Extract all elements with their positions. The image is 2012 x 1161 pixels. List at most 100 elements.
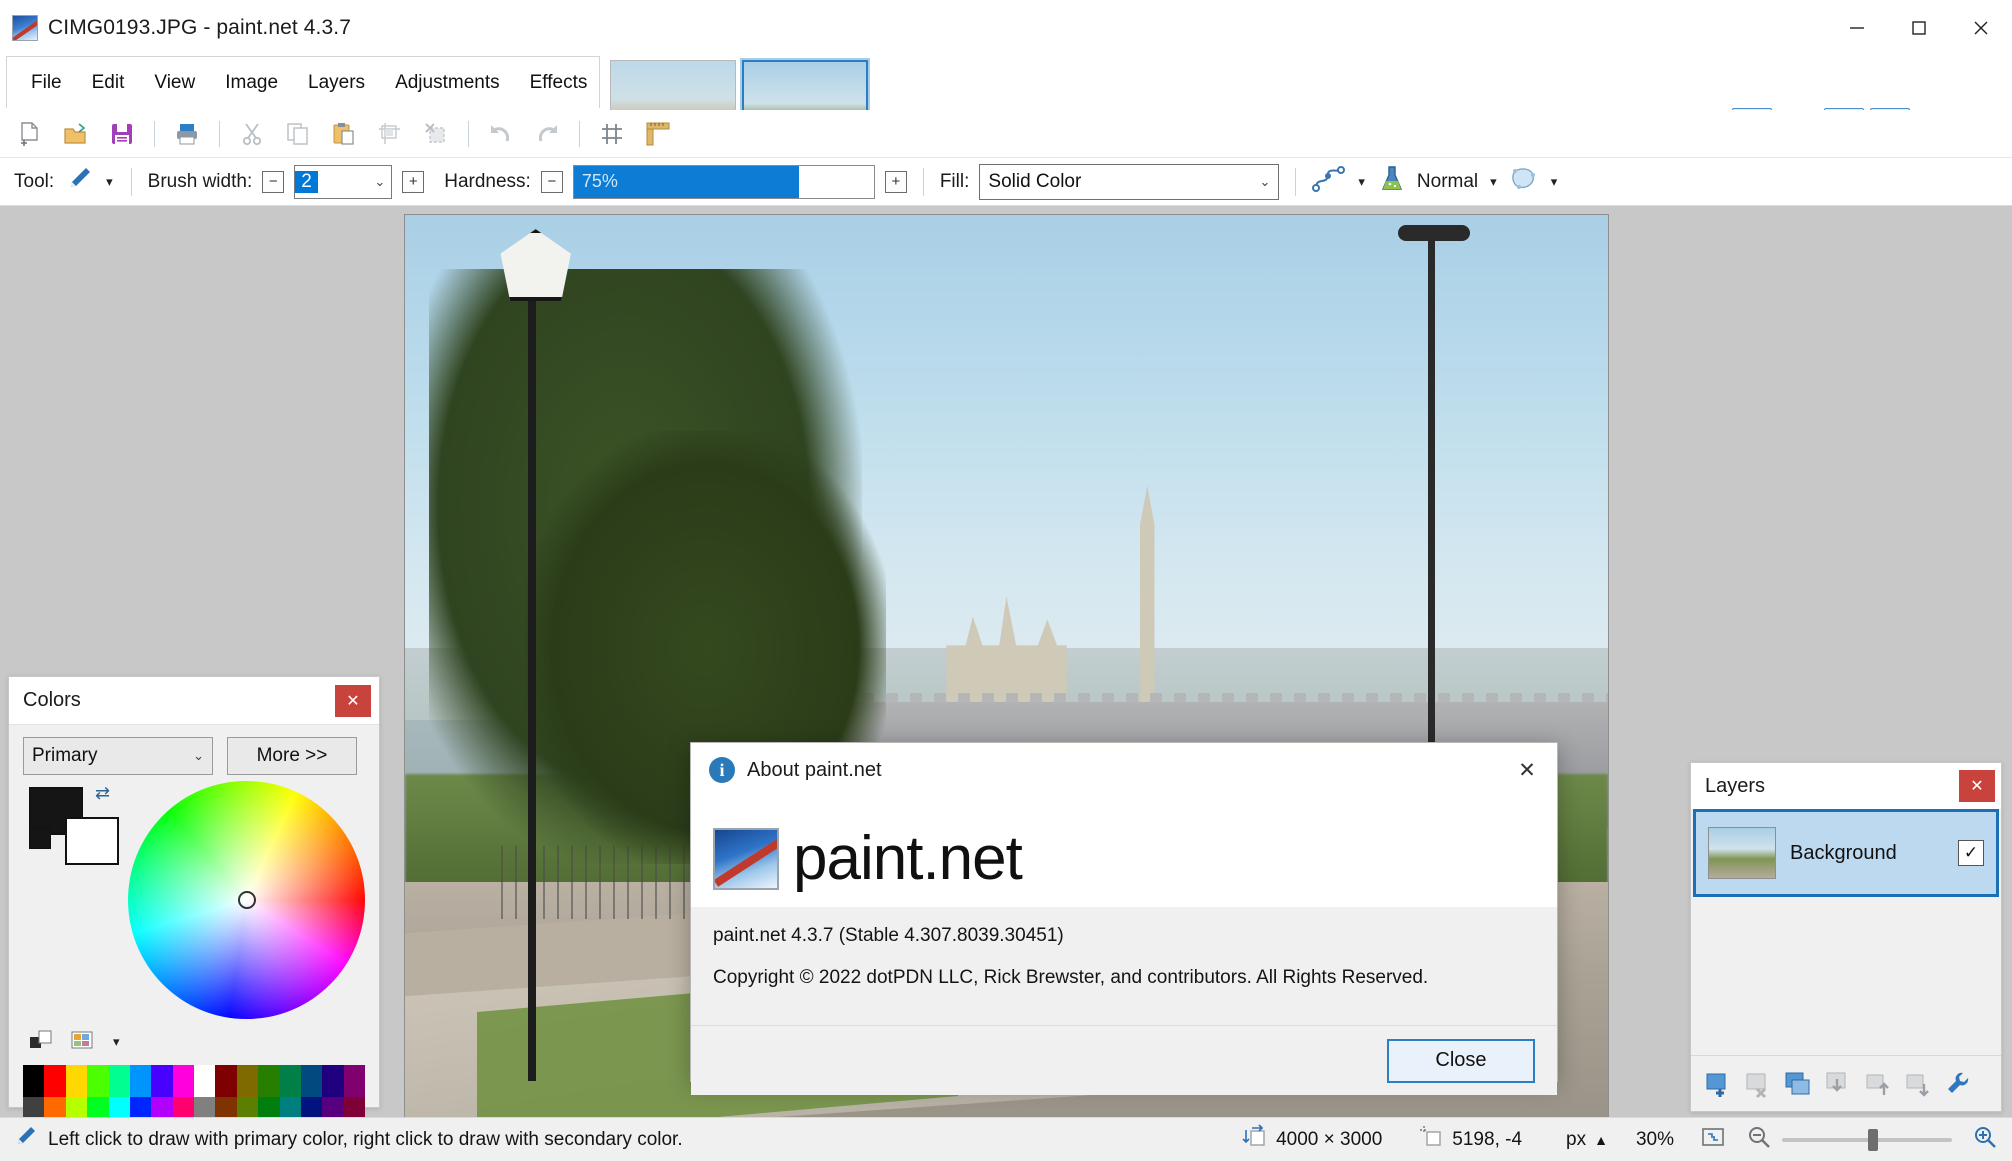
cursor-position-value: 5198, -4 <box>1452 1128 1523 1150</box>
toolbar-separator <box>579 120 580 147</box>
blend-mode-flask-icon[interactable] <box>1377 165 1407 198</box>
close-button[interactable] <box>1950 0 2012 56</box>
palette-swatch[interactable] <box>258 1065 280 1097</box>
about-dialog-close-icon[interactable]: ✕ <box>1509 753 1545 787</box>
palette-swatch[interactable] <box>151 1065 173 1097</box>
color-wheel-cursor[interactable] <box>237 891 256 909</box>
palette-swatch[interactable] <box>300 1065 323 1097</box>
duplicate-layer-icon[interactable] <box>1781 1067 1815 1101</box>
colors-panel-body: Primary ⌄ More >> ⇄ ▾ <box>9 725 379 1141</box>
colors-panel-close-button[interactable]: ✕ <box>335 684 371 717</box>
curve-dropdown-arrow[interactable]: ▾ <box>1356 174 1367 190</box>
grid-icon[interactable] <box>590 113 634 155</box>
hardness-slider[interactable]: 75% <box>572 164 875 199</box>
units-value: px <box>1566 1128 1587 1150</box>
redo-icon[interactable] <box>525 113 569 155</box>
chevron-down-icon[interactable]: ⌄ <box>1249 174 1270 190</box>
antialiasing-icon[interactable] <box>1509 165 1539 198</box>
menu-item-view[interactable]: View <box>140 66 209 100</box>
zoom-slider-knob[interactable] <box>1868 1128 1878 1151</box>
version-line: paint.net 4.3.7 (Stable 4.307.8039.30451… <box>713 925 1064 946</box>
palette-swatch[interactable] <box>322 1065 344 1097</box>
units-group[interactable]: px ▲ <box>1566 1129 1608 1151</box>
more-colors-button[interactable]: More >> <box>227 737 357 775</box>
open-icon[interactable] <box>54 113 98 155</box>
menu-item-effects[interactable]: Effects <box>516 66 602 100</box>
hardness-increase-button[interactable]: + <box>884 170 907 193</box>
units-dropdown-arrow[interactable]: ▲ <box>1594 1132 1608 1148</box>
layer-visibility-checkbox[interactable]: ✓ <box>1958 840 1984 866</box>
about-dialog-body: paint.net 4.3.7 (Stable 4.307.8039.30451… <box>691 907 1557 1025</box>
street-lamp-left <box>527 269 536 1081</box>
crop-to-selection-icon[interactable] <box>368 113 412 155</box>
paintbrush-icon[interactable] <box>64 165 94 198</box>
palette-swatch[interactable] <box>194 1065 216 1097</box>
merge-layer-down-icon[interactable] <box>1821 1067 1855 1101</box>
fill-value: Solid Color <box>988 170 1082 192</box>
palette-swatch[interactable] <box>172 1065 194 1097</box>
menu-item-layers[interactable]: Layers <box>294 66 379 100</box>
move-layer-down-icon[interactable] <box>1901 1067 1935 1101</box>
status-hint: Left click to draw with primary color, r… <box>48 1128 683 1150</box>
paste-icon[interactable] <box>322 113 366 155</box>
save-icon[interactable] <box>100 113 144 155</box>
minimize-button[interactable] <box>1826 0 1888 56</box>
palette-swatch[interactable] <box>279 1065 301 1097</box>
deselect-all-icon[interactable] <box>414 113 458 155</box>
chevron-down-icon[interactable]: ⌄ <box>183 748 204 764</box>
menu-item-edit[interactable]: Edit <box>78 66 139 100</box>
blend-mode-dropdown-arrow[interactable]: ▾ <box>1488 174 1499 190</box>
reset-colors-icon[interactable] <box>29 827 51 849</box>
palette-select-icon[interactable] <box>69 1027 99 1057</box>
colors-panel: Colors ✕ Primary ⌄ More >> ⇄ ▾ <box>8 676 380 1129</box>
brush-width-decrease-button[interactable]: − <box>262 170 285 193</box>
palette-dropdown-arrow[interactable]: ▾ <box>111 1034 122 1050</box>
add-new-layer-icon[interactable] <box>1701 1067 1735 1101</box>
rulers-icon[interactable] <box>636 113 680 155</box>
layer-properties-icon[interactable] <box>1941 1067 1975 1101</box>
palette-swatch[interactable] <box>236 1065 259 1097</box>
new-icon[interactable] <box>8 113 52 155</box>
tool-dropdown-arrow[interactable]: ▾ <box>104 174 115 190</box>
menu-item-file[interactable]: File <box>17 66 76 100</box>
palette-swatch[interactable] <box>23 1065 45 1097</box>
print-icon[interactable] <box>165 113 209 155</box>
cut-icon[interactable] <box>230 113 274 155</box>
color-target-select[interactable]: Primary ⌄ <box>23 737 213 775</box>
palette-swatch[interactable] <box>87 1065 109 1097</box>
brush-width-input[interactable]: 2 ⌄ <box>294 164 393 199</box>
menu-item-adjustments[interactable]: Adjustments <box>381 66 514 100</box>
hardness-decrease-button[interactable]: − <box>540 170 563 193</box>
undo-icon[interactable] <box>479 113 523 155</box>
layers-empty-area <box>1691 897 2001 1049</box>
palette-swatch[interactable] <box>343 1065 365 1097</box>
secondary-color-swatch[interactable] <box>65 817 119 865</box>
fit-to-window-icon[interactable] <box>1700 1124 1726 1155</box>
color-wheel[interactable] <box>128 781 365 1019</box>
palette-swatch[interactable] <box>129 1065 152 1097</box>
zoom-in-icon[interactable] <box>1972 1124 1998 1155</box>
palette-swatch[interactable] <box>44 1065 66 1097</box>
palette-swatch[interactable] <box>108 1065 130 1097</box>
palette-swatch[interactable] <box>215 1065 237 1097</box>
fill-select[interactable]: Solid Color ⌄ <box>979 163 1280 200</box>
blend-mode-value[interactable]: Normal <box>1417 171 1478 193</box>
colors-panel-bottom-icons: ▾ <box>23 1027 365 1057</box>
zoom-out-icon[interactable] <box>1746 1124 1772 1155</box>
copy-icon[interactable] <box>276 113 320 155</box>
move-layer-up-icon[interactable] <box>1861 1067 1895 1101</box>
zoom-slider[interactable] <box>1782 1128 1952 1151</box>
maximize-button[interactable] <box>1888 0 1950 56</box>
close-button[interactable]: Close <box>1387 1038 1535 1083</box>
curve-smoothing-icon[interactable] <box>1312 166 1346 197</box>
antialiasing-dropdown-arrow[interactable]: ▾ <box>1549 174 1560 190</box>
swap-colors-icon[interactable]: ⇄ <box>95 783 110 804</box>
palette-swatch[interactable] <box>65 1065 88 1097</box>
chevron-down-icon[interactable]: ⌄ <box>364 174 385 190</box>
layers-panel-close-button[interactable]: ✕ <box>1959 770 1995 802</box>
brush-width-increase-button[interactable]: + <box>402 170 425 193</box>
palette-add-icon[interactable] <box>27 1027 57 1057</box>
layer-row-background[interactable]: Background ✓ <box>1693 809 1999 897</box>
menu-item-image[interactable]: Image <box>211 66 292 100</box>
delete-layer-icon[interactable] <box>1741 1067 1775 1101</box>
